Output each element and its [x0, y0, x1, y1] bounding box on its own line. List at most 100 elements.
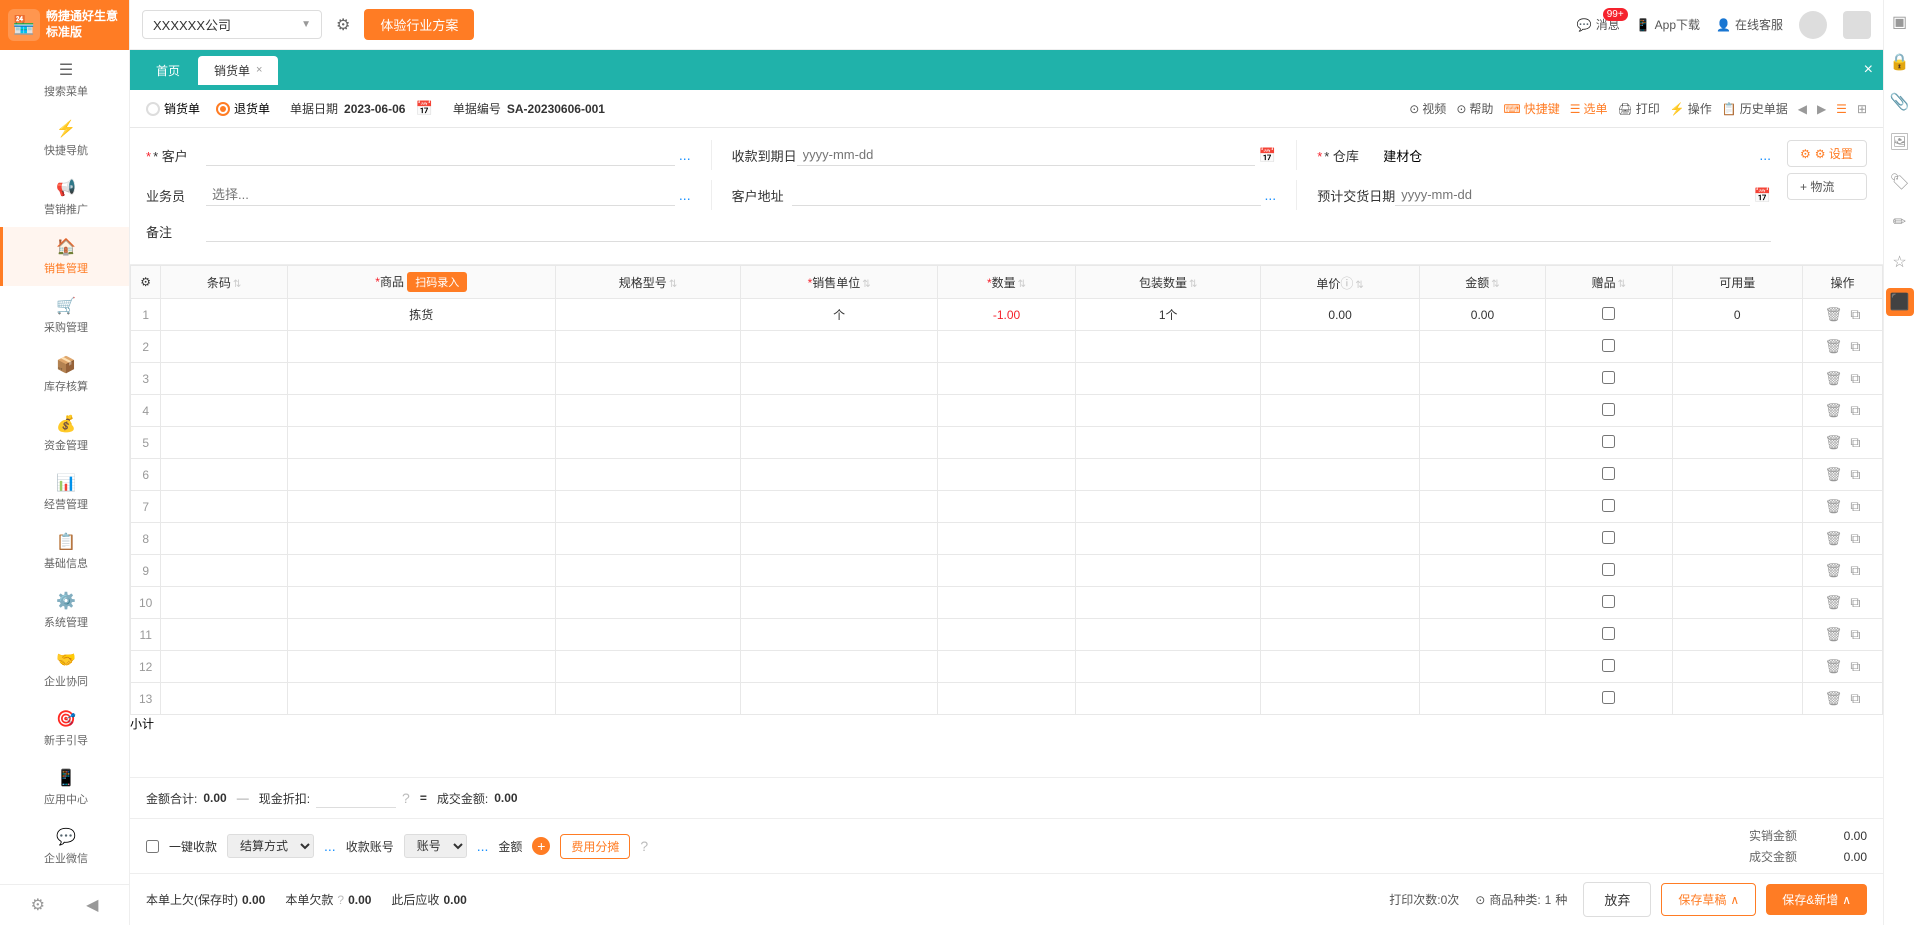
company-selector[interactable]: XXXXXX公司 ▼ [142, 10, 322, 39]
topbar-settings-icon[interactable]: ⚙ [336, 15, 350, 35]
sidebar-item-inventory[interactable]: 📦 库存核算 [0, 345, 129, 404]
copy-row-icon[interactable]: ⧉ [1850, 370, 1860, 387]
delete-row-icon[interactable]: 🗑 [1825, 402, 1843, 419]
row-unit-price[interactable] [1261, 331, 1419, 363]
row-gift[interactable] [1546, 331, 1672, 363]
rp-image-icon[interactable]: 🖼 [1886, 128, 1914, 156]
row-amount[interactable] [1419, 683, 1545, 715]
row-product[interactable] [287, 651, 555, 683]
warehouse-dots[interactable]: ... [1759, 147, 1771, 163]
add-payment-btn[interactable]: + [532, 837, 550, 855]
payment-dots[interactable]: ... [324, 838, 336, 854]
cash-discount-input[interactable] [316, 788, 396, 808]
row-gift[interactable] [1546, 651, 1672, 683]
grid-view-icon[interactable]: ⊞ [1857, 102, 1867, 116]
row-sales-unit[interactable] [741, 395, 938, 427]
expense-help-icon[interactable]: ? [640, 838, 648, 854]
product-kind[interactable]: ⊙ 商品种类: 1 种 [1475, 891, 1567, 908]
sidebar-item-guide[interactable]: 🎯 新手引导 [0, 699, 129, 758]
row-pack-qty[interactable] [1075, 459, 1260, 491]
row-unit-price[interactable] [1261, 587, 1419, 619]
copy-row-icon[interactable]: ⧉ [1850, 626, 1860, 643]
copy-row-icon[interactable]: ⧉ [1850, 530, 1860, 547]
row-gift[interactable] [1546, 619, 1672, 651]
row-unit-price[interactable] [1261, 459, 1419, 491]
row-pack-qty[interactable] [1075, 555, 1260, 587]
row-barcode[interactable] [161, 651, 287, 683]
row-quantity[interactable] [938, 491, 1076, 523]
row-amount[interactable]: 0.00 [1419, 299, 1545, 331]
row-amount[interactable] [1419, 331, 1545, 363]
table-wrapper[interactable]: ⚙ 条码⇅ *商品 扫码录入 规格型号⇅ *销售单位⇅ *数量⇅ 包装数量⇅ 单… [130, 265, 1883, 777]
copy-row-icon[interactable]: ⧉ [1850, 402, 1860, 419]
row-quantity[interactable] [938, 459, 1076, 491]
tab-sales-order[interactable]: 销货单 × [198, 56, 278, 85]
account-select[interactable]: 账号 [404, 834, 467, 858]
row-sales-unit[interactable] [741, 459, 938, 491]
row-amount[interactable] [1419, 459, 1545, 491]
row-spec[interactable] [555, 427, 740, 459]
row-amount[interactable] [1419, 587, 1545, 619]
prev-doc-icon[interactable]: ◀ [1798, 102, 1807, 116]
row-product[interactable] [287, 427, 555, 459]
row-pack-qty[interactable] [1075, 651, 1260, 683]
customer-dots[interactable]: ... [679, 147, 691, 163]
row-product[interactable] [287, 683, 555, 715]
sidebar-item-marketing[interactable]: 📢 营销推广 [0, 168, 129, 227]
copy-row-icon[interactable]: ⧉ [1850, 306, 1860, 323]
radio-sales[interactable]: 销货单 [146, 100, 200, 117]
row-spec[interactable] [555, 683, 740, 715]
tool-operation[interactable]: ⚡ 操作 [1670, 100, 1712, 117]
total-owe-help-icon[interactable]: ? [337, 893, 344, 907]
row-unit-price[interactable] [1261, 651, 1419, 683]
customer-address-input[interactable] [792, 184, 1261, 206]
row-gift[interactable] [1546, 427, 1672, 459]
delete-row-icon[interactable]: 🗑 [1825, 498, 1843, 515]
row-amount[interactable] [1419, 395, 1545, 427]
row-sales-unit[interactable] [741, 427, 938, 459]
settings-btn[interactable]: ⚙ ⚙ 设置 [1787, 140, 1867, 167]
row-amount[interactable] [1419, 363, 1545, 395]
row-gift[interactable] [1546, 363, 1672, 395]
close-all-tabs-icon[interactable]: × [1864, 61, 1873, 79]
row-product[interactable] [287, 619, 555, 651]
row-unit-price[interactable] [1261, 619, 1419, 651]
row-spec[interactable] [555, 331, 740, 363]
delete-row-icon[interactable]: 🗑 [1825, 690, 1843, 707]
sidebar-collapse-btn[interactable]: ◀ [86, 895, 98, 915]
app-download-btn[interactable]: 📱 App下载 [1636, 16, 1700, 33]
sidebar-settings-btn[interactable]: ⚙ [31, 895, 45, 915]
delete-row-icon[interactable]: 🗑 [1825, 594, 1843, 611]
sidebar-item-operations[interactable]: 📊 经营管理 [0, 463, 129, 522]
row-unit-price[interactable] [1261, 491, 1419, 523]
save-draft-arrow[interactable]: ∧ [1730, 893, 1739, 907]
tool-history[interactable]: 📋 历史单据 [1722, 100, 1788, 117]
tool-select[interactable]: ☰ 选单 [1570, 100, 1608, 117]
row-spec[interactable] [555, 491, 740, 523]
row-spec[interactable] [555, 619, 740, 651]
delivery-date-input[interactable] [1395, 184, 1749, 206]
row-sales-unit[interactable] [741, 619, 938, 651]
row-product[interactable] [287, 555, 555, 587]
message-btn[interactable]: 💬 消息 99+ [1577, 16, 1620, 33]
row-spec[interactable] [555, 523, 740, 555]
row-gift[interactable] [1546, 683, 1672, 715]
row-pack-qty[interactable] [1075, 683, 1260, 715]
row-unit-price[interactable] [1261, 555, 1419, 587]
one-click-checkbox[interactable] [146, 840, 159, 853]
list-view-icon[interactable]: ☰ [1836, 102, 1847, 116]
online-service-btn[interactable]: 👤 在线客服 [1716, 16, 1783, 33]
row-sales-unit[interactable] [741, 363, 938, 395]
row-barcode[interactable] [161, 331, 287, 363]
rp-tag-icon[interactable]: 🏷 [1886, 168, 1914, 196]
row-spec[interactable] [555, 459, 740, 491]
row-gift[interactable] [1546, 523, 1672, 555]
row-spec[interactable] [555, 395, 740, 427]
delete-row-icon[interactable]: 🗑 [1825, 658, 1843, 675]
row-product[interactable] [287, 491, 555, 523]
row-product[interactable] [287, 363, 555, 395]
discard-btn[interactable]: 放弃 [1583, 882, 1651, 917]
delete-row-icon[interactable]: 🗑 [1825, 370, 1843, 387]
row-barcode[interactable] [161, 491, 287, 523]
row-sales-unit[interactable]: 个 [741, 299, 938, 331]
